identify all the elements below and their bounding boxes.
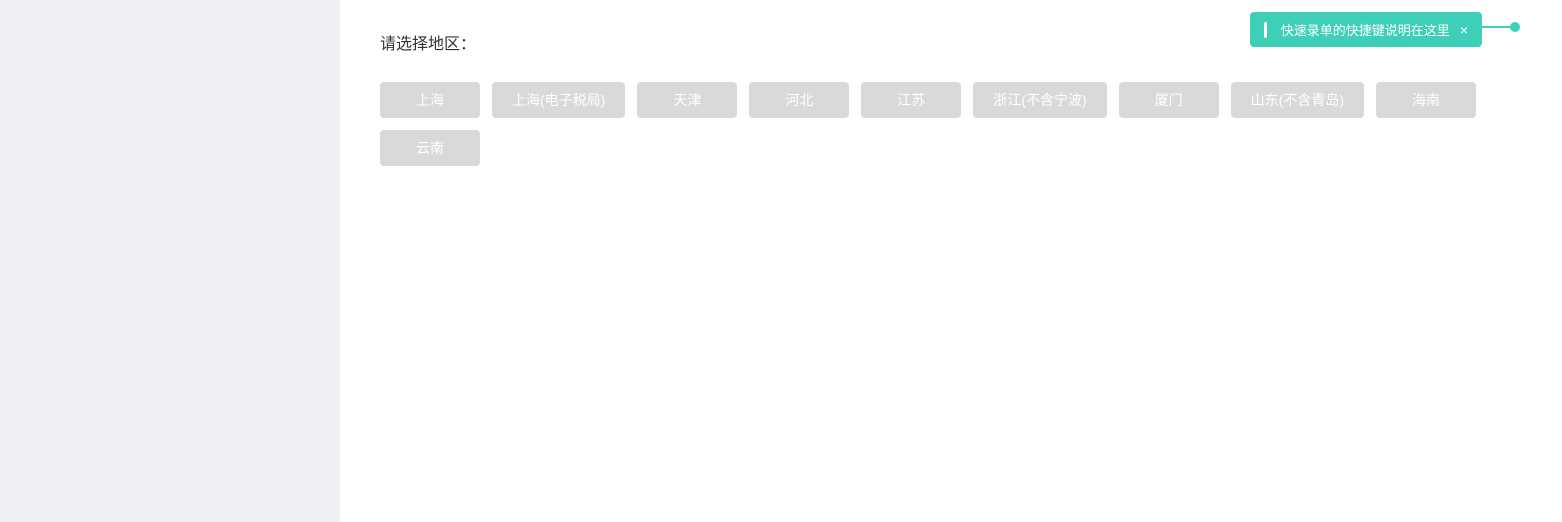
tooltip-connector-line — [1480, 26, 1510, 28]
region-btn-hebei[interactable]: 河北 — [749, 82, 849, 118]
region-btn-jiangsu[interactable]: 江苏 — [861, 82, 961, 118]
main-content: 请选择地区： 上海上海(电子税局)天津河北江苏浙江(不含宁波)厦门山东(不含青岛… — [340, 0, 1562, 522]
region-btn-yunnan[interactable]: 云南 — [380, 130, 480, 166]
tooltip-text: 快速录单的快捷键说明在这里 — [1281, 20, 1450, 39]
region-btn-shanghai[interactable]: 上海 — [380, 82, 480, 118]
tooltip-banner: 快速录单的快捷键说明在这里 × — [1250, 12, 1482, 47]
left-panel — [0, 0, 340, 522]
tooltip-close-button[interactable]: × — [1460, 22, 1468, 38]
region-buttons-container: 上海上海(电子税局) 天津河北江苏浙江(不含宁波) 厦门山东(不含青岛) 海南云南 — [380, 82, 1522, 166]
region-btn-zhejiang[interactable]: 浙江(不含宁波) — [973, 82, 1106, 118]
region-btn-shanghai-etax[interactable]: 上海(电子税局) — [492, 82, 625, 118]
region-btn-shandong[interactable]: 山东(不含青岛) — [1231, 82, 1364, 118]
region-btn-xiamen[interactable]: 厦门 — [1119, 82, 1219, 118]
region-btn-hainan[interactable]: 海南 — [1376, 82, 1476, 118]
region-btn-tianjin[interactable]: 天津 — [637, 82, 737, 118]
tooltip-connector-dot — [1510, 22, 1520, 32]
